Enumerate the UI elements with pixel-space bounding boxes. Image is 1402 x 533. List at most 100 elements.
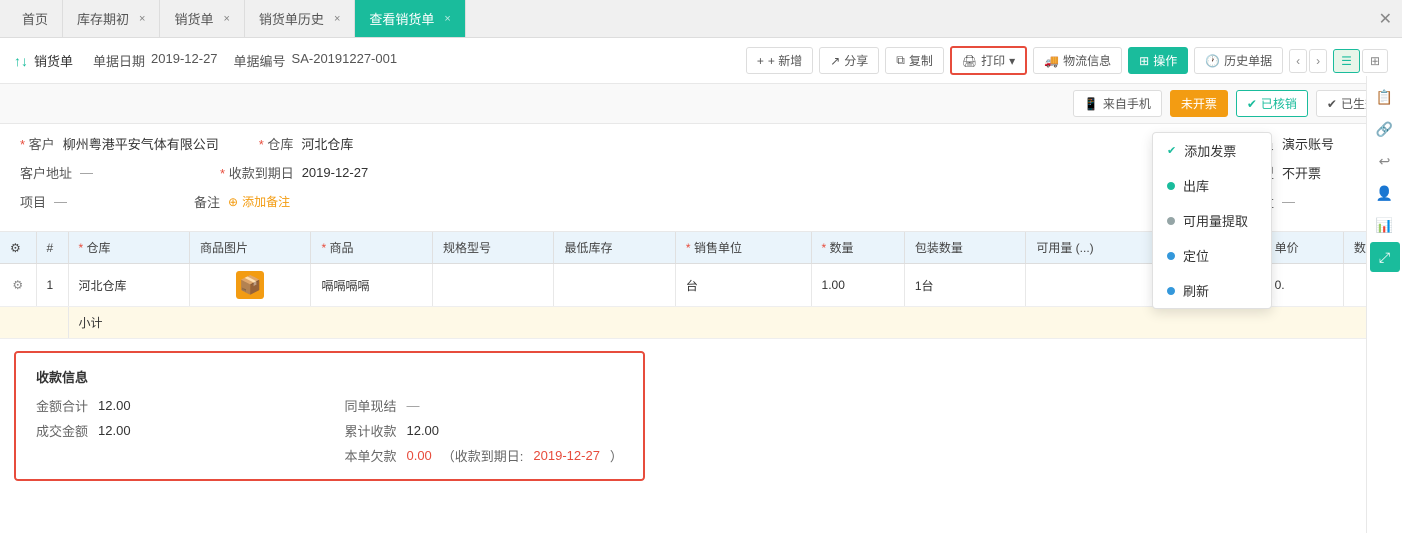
add-remark-button[interactable]: ⊕ 添加备注 [228,193,290,210]
dropdown-locate[interactable]: 定位 [1153,238,1271,273]
dropdown-out-stock[interactable]: 出库 [1153,168,1271,203]
doc-meta: 单据日期 2019-12-27 单据编号 SA-20191227-001 [93,51,397,70]
doc-title: ↑↓ 销货单 [14,51,73,70]
sidebar-icon-6[interactable]: ⤢ [1370,242,1400,272]
col-quantity: 数量 [811,232,904,264]
add-remark-label: 添加备注 [242,193,290,210]
tab-sales-history[interactable]: 销货单历史 × [245,0,355,37]
row-spec [432,264,553,307]
sidebar-icon-1[interactable]: 📋 [1370,82,1400,112]
payment-transaction-row: 成交金额 12.00 [36,421,314,440]
col-unit: 销售单位 [675,232,811,264]
locate-dot [1167,252,1175,260]
customer-value: 柳州粤港平安气体有限公司 [63,134,219,153]
col-warehouse: 仓库 [68,232,189,264]
tab-check-close[interactable]: × [444,13,450,25]
operate-label: 操作 [1153,52,1177,69]
payment-arrears-row: 本单欠款 0.00 （收款到期日: 2019-12-27 ） [344,446,622,465]
project-value: — [54,194,154,209]
tab-check-sales[interactable]: 查看销货单 × [355,0,465,37]
payment-total-row: 金额合计 12.00 [36,396,314,415]
dropdown-available-qty[interactable]: 可用量提取 [1153,203,1271,238]
right-sidebar: 📋 🔗 ↩ 👤 📊 ⤢ [1366,76,1402,533]
out-stock-dot [1167,182,1175,190]
doc-date-value: 2019-12-27 [151,51,218,70]
transaction-value: 12.00 [98,423,131,438]
tab-sales-close[interactable]: × [223,13,229,25]
history-icon: 🕐 [1205,54,1220,68]
copy-label: 复制 [909,52,933,69]
tab-home[interactable]: 首页 [8,0,63,37]
row-unit: 台 [675,264,811,307]
arrears-date: 2019-12-27 [533,448,600,463]
warehouse-label: 仓库 [259,134,294,153]
grid-view-btn[interactable]: ⊞ [1362,49,1388,73]
new-label: + 新增 [768,52,802,69]
sidebar-icon-4[interactable]: 👤 [1370,178,1400,208]
print-arrow-icon: ▾ [1009,54,1015,68]
address-field: 客户地址 — [20,163,180,182]
dropdown-add-invoice[interactable]: ✔ 添加发票 [1153,133,1271,168]
from-phone-button[interactable]: 📱 来自手机 [1073,90,1162,117]
share-icon: ↗ [830,54,840,68]
col-image: 商品图片 [189,232,310,264]
logistics-button[interactable]: 🚚 物流信息 [1033,47,1122,74]
warehouse-field: 仓库 河北仓库 [259,134,402,153]
sidebar-icon-3[interactable]: ↩ [1370,146,1400,176]
check-icon: ✔ [1167,144,1176,157]
col-spec: 规格型号 [432,232,553,264]
toolbar-row: 📱 来自手机 未开票 ✔ 已核销 ✔ 已生效 [0,84,1402,124]
col-num: # [36,232,68,264]
print-button[interactable]: 🖨 打印 ▾ [950,46,1027,75]
tab-sales-label: 销货单 [174,9,213,28]
row-available [1026,264,1164,307]
prev-arrow[interactable]: ‹ [1289,49,1307,73]
doc-date-label: 单据日期 [93,51,145,70]
sidebar-icon-2[interactable]: 🔗 [1370,114,1400,144]
total-value: 12.00 [98,398,131,413]
operate-button[interactable]: ⊞ 操作 [1128,47,1188,74]
tab-bar: 首页 库存期初 × 销货单 × 销货单历史 × 查看销货单 × ✕ [0,0,1402,38]
history-button[interactable]: 🕐 历史单据 [1194,47,1283,74]
doc-number-label: 单据编号 [234,51,286,70]
doc-date-field: 单据日期 2019-12-27 [93,51,218,70]
tab-inventory-init[interactable]: 库存期初 × [63,0,160,37]
nav-arrows: ‹ › [1289,49,1327,73]
next-arrow[interactable]: › [1309,49,1327,73]
subtotal-gear [0,307,68,339]
copy-icon: ⧉ [896,53,905,68]
sidebar-icon-5[interactable]: 📊 [1370,210,1400,240]
dropdown-refresh[interactable]: 刷新 [1153,273,1271,308]
tab-history-close[interactable]: × [334,13,340,25]
logistics-icon: 🚚 [1044,54,1059,68]
tab-sales-order[interactable]: 销货单 × [160,0,244,37]
row-gear[interactable]: ⚙ [0,264,36,307]
subtotal-label: 小计 [68,307,1402,339]
list-view-btn[interactable]: ☰ [1333,49,1360,73]
customer-label: 客户 [20,134,55,153]
window-close-icon[interactable]: ✕ [1379,9,1392,29]
col-price: 单价 [1264,232,1343,264]
confirm-button[interactable]: ✔ 已核销 [1236,90,1308,117]
payment-date-value: 2019-12-27 [302,165,402,180]
col-product: 商品 [311,232,432,264]
project-label: 项目 [20,192,46,211]
share-button[interactable]: ↗ 分享 [819,47,879,74]
col-min-stock: 最低库存 [554,232,675,264]
doc-header: ↑↓ 销货单 单据日期 2019-12-27 单据编号 SA-20191227-… [0,38,1402,84]
tab-inventory-close[interactable]: × [139,13,145,25]
new-button[interactable]: + + 新增 [746,47,813,74]
from-phone-label: 来自手机 [1103,95,1151,112]
tab-inventory-label: 库存期初 [77,9,129,28]
doc-number-field: 单据编号 SA-20191227-001 [234,51,398,70]
available-qty-label: 可用量提取 [1183,211,1248,230]
total-label: 金额合计 [36,396,88,415]
not-open-button[interactable]: 未开票 [1170,90,1228,117]
address-label: 客户地址 [20,163,72,182]
row-warehouse: 河北仓库 [68,264,189,307]
product-image-icon: 📦 [236,271,264,299]
copy-button[interactable]: ⧉ 复制 [885,47,944,74]
subtotal-row: 小计 [0,307,1402,339]
row-num: 1 [36,264,68,307]
col-available: 可用量 (...) [1026,232,1164,264]
